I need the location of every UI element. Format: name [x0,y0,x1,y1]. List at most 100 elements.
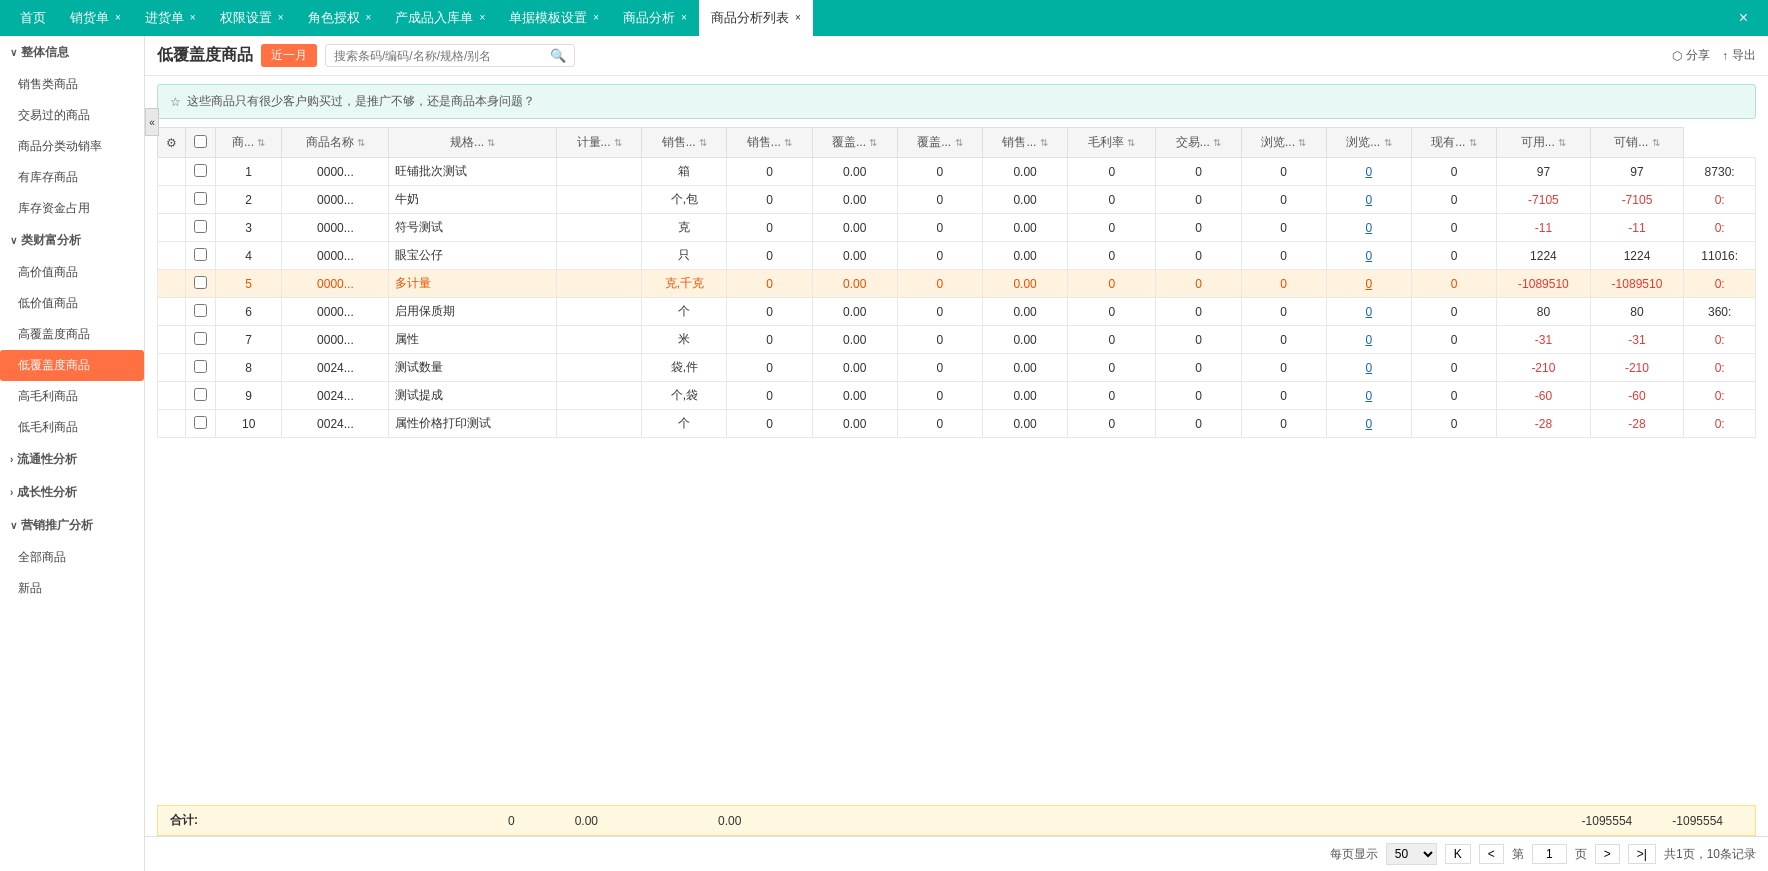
row-unit: 个 [642,410,727,438]
row-cover1: 0 [897,242,982,270]
sidebar-item-low-coverage[interactable]: 低覆盖度商品 [0,350,144,381]
per-page-select[interactable]: 50 20 100 200 [1386,843,1437,865]
row-checkbox-cell[interactable] [186,326,216,354]
row-checkbox[interactable] [194,360,207,373]
prev-page-button[interactable]: < [1479,844,1504,864]
col-settings[interactable]: ⚙ [158,128,186,158]
sidebar-section-wealth[interactable]: ∨ 类财富分析 [0,224,144,257]
row-cover1: 0 [897,382,982,410]
row-unit: 个,包 [642,186,727,214]
page-number-input[interactable] [1532,844,1567,864]
nav-goods-analysis[interactable]: 商品分析 × [611,0,699,36]
row-browse1[interactable]: 0 [1326,298,1411,326]
sidebar-item-all-goods[interactable]: 全部商品 [0,542,144,573]
row-browse1[interactable]: 0 [1326,382,1411,410]
last-page-button[interactable]: >| [1628,844,1656,864]
nav-goods-analysis-list[interactable]: 商品分析列表 × [699,0,813,36]
period-button[interactable]: 近一月 [261,44,317,67]
share-button[interactable]: ⬡ 分享 [1672,47,1710,64]
sidebar-item-high-value[interactable]: 高价值商品 [0,257,144,288]
nav-close-role-auth[interactable]: × [366,0,372,36]
row-checkbox-cell[interactable] [186,270,216,298]
nav-close-purchase-order[interactable]: × [190,0,196,36]
col-checkbox-all[interactable] [186,128,216,158]
row-checkbox-cell[interactable] [186,354,216,382]
row-checkbox-cell[interactable] [186,382,216,410]
row-checkbox-cell[interactable] [186,242,216,270]
sidebar-item-high-profit[interactable]: 高毛利商品 [0,381,144,412]
row-sales3: 0 [1068,354,1156,382]
row-checkbox[interactable] [194,248,207,261]
row-checkbox-cell[interactable] [186,214,216,242]
sidebar-section-growth[interactable]: › 成长性分析 [0,476,144,509]
col-transaction: 交易... ⇅ [1156,128,1241,158]
sidebar-collapse-button[interactable]: « [145,108,159,136]
row-actions [158,382,186,410]
col-unit: 计量... ⇅ [557,128,642,158]
row-sales-amt: 0.00 [812,242,897,270]
sidebar-section-overall[interactable]: ∨ 整体信息 [0,36,144,69]
total-cover2: 0.00 [718,814,741,828]
row-checkbox-cell[interactable] [186,410,216,438]
info-banner: ☆ 这些商品只有很少客户购买过，是推广不够，还是商品本身问题？ [157,84,1756,119]
row-checkbox[interactable] [194,220,207,233]
row-checkbox[interactable] [194,416,207,429]
sidebar-item-stock-goods[interactable]: 有库存商品 [0,162,144,193]
sidebar-item-category-turnover[interactable]: 商品分类动销率 [0,131,144,162]
nav-permission-settings[interactable]: 权限设置 × [208,0,296,36]
row-checkbox[interactable] [194,164,207,177]
nav-close-sales-order[interactable]: × [115,0,121,36]
row-num: 6 [216,298,282,326]
row-browse1[interactable]: 0 [1326,326,1411,354]
row-sales3: 0 [1068,242,1156,270]
window-close-button[interactable]: × [1727,9,1760,27]
row-browse1[interactable]: 0 [1326,410,1411,438]
row-browse1[interactable]: 0 [1326,158,1411,186]
sidebar-section-marketing[interactable]: ∨ 营销推广分析 [0,509,144,542]
sidebar-item-sales-goods[interactable]: 销售类商品 [0,69,144,100]
nav-product-storage[interactable]: 产成品入库单 × [383,0,497,36]
row-profit-rate: 0 [1156,382,1241,410]
row-checkbox-cell[interactable] [186,298,216,326]
row-checkbox[interactable] [194,276,207,289]
sidebar-item-new-goods[interactable]: 新品 [0,573,144,604]
table-row: 3 0000... 符号测试 克 0 0.00 0 0.00 0 0 0 0 0… [158,214,1756,242]
nav-purchase-order[interactable]: 进货单 × [133,0,208,36]
row-browse1[interactable]: 0 [1326,214,1411,242]
row-browse1[interactable]: 0 [1326,242,1411,270]
sidebar-item-traded-goods[interactable]: 交易过的商品 [0,100,144,131]
first-page-button[interactable]: K [1445,844,1471,864]
search-input[interactable] [334,49,550,63]
nav-close-goods-analysis-list[interactable]: × [795,0,801,36]
row-checkbox[interactable] [194,192,207,205]
sidebar-section-circulation[interactable]: › 流通性分析 [0,443,144,476]
sidebar-item-low-value[interactable]: 低价值商品 [0,288,144,319]
row-checkbox[interactable] [194,304,207,317]
row-browse1[interactable]: 0 [1326,354,1411,382]
select-all-checkbox[interactable] [194,135,207,148]
row-checkbox[interactable] [194,388,207,401]
row-unit: 箱 [642,158,727,186]
export-button[interactable]: ↑ 导出 [1722,47,1756,64]
nav-home[interactable]: 首页 [8,0,58,36]
next-page-button[interactable]: > [1595,844,1620,864]
sidebar-item-stock-capital[interactable]: 库存资金占用 [0,193,144,224]
row-actions [158,326,186,354]
nav-role-auth[interactable]: 角色授权 × [296,0,384,36]
row-browse1[interactable]: 0 [1326,270,1411,298]
nav-close-permission-settings[interactable]: × [278,0,284,36]
nav-close-goods-analysis[interactable]: × [681,0,687,36]
row-profit-rate: 0 [1156,214,1241,242]
nav-template-settings[interactable]: 单据模板设置 × [497,0,611,36]
nav-sales-order[interactable]: 销货单 × [58,0,133,36]
row-browse1[interactable]: 0 [1326,186,1411,214]
row-checkbox-cell[interactable] [186,186,216,214]
row-checkbox[interactable] [194,332,207,345]
sidebar-item-high-coverage[interactable]: 高覆盖度商品 [0,319,144,350]
row-transaction: 0 [1241,214,1326,242]
row-checkbox-cell[interactable] [186,158,216,186]
nav-close-product-storage[interactable]: × [479,0,485,36]
row-sales-amt: 0.00 [812,410,897,438]
sidebar-item-low-profit[interactable]: 低毛利商品 [0,412,144,443]
nav-close-template-settings[interactable]: × [593,0,599,36]
